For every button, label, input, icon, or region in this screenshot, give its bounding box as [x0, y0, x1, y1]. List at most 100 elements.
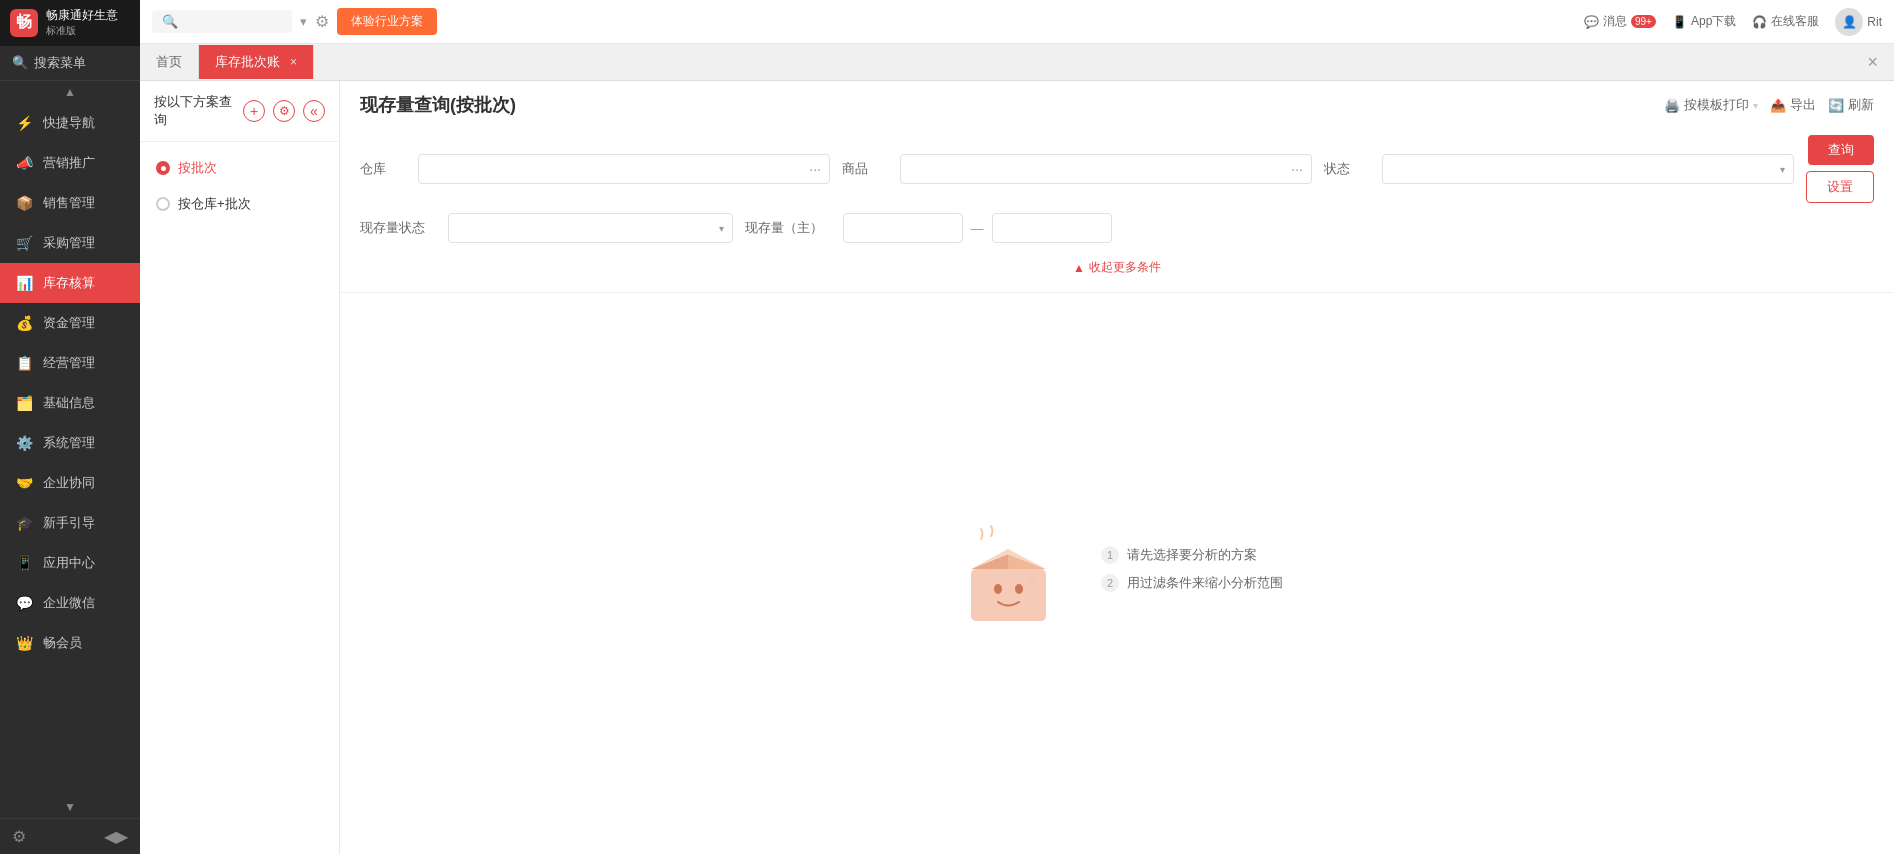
sidebar-item-label: 经营管理 [43, 354, 95, 372]
topbar-dropdown-icon[interactable]: ▾ [300, 14, 307, 29]
messages-group[interactable]: 💬 消息 99+ [1584, 13, 1656, 30]
sidebar-item-wechat[interactable]: 💬 企业微信 [0, 583, 140, 623]
marketing-icon: 📣 [15, 154, 33, 172]
stock-qty-to[interactable] [992, 213, 1112, 243]
form-row-2: 现存量状态 ▾ 现存量（主） — [360, 213, 1874, 243]
sidebar-item-basic[interactable]: 🗂️ 基础信息 [0, 383, 140, 423]
sidebar-item-inventory[interactable]: 📊 库存核算 [0, 263, 140, 303]
topbar-search-box[interactable]: 🔍 [152, 10, 292, 33]
sidebar-item-label: 快捷导航 [43, 114, 95, 132]
sidebar-item-apps[interactable]: 📱 应用中心 [0, 543, 140, 583]
sidebar-scroll-down[interactable]: ▼ [0, 796, 140, 818]
sidebar-item-label: 系统管理 [43, 434, 95, 452]
right-panel: 现存量查询(按批次) 🖨️ 按模板打印 ▾ 📤 导出 🔄 刷新 [340, 81, 1894, 854]
tab-panel-close-icon[interactable]: × [1851, 44, 1894, 80]
filter-add-btn[interactable]: + [243, 100, 265, 122]
refresh-btn[interactable]: 🔄 刷新 [1828, 96, 1874, 114]
settings-btn[interactable]: 设置 [1806, 171, 1874, 203]
user-group[interactable]: 👤 Rit [1835, 8, 1882, 36]
sidebar-item-marketing[interactable]: 📣 营销推广 [0, 143, 140, 183]
topbar-settings-icon[interactable]: ⚙ [315, 12, 329, 31]
print-btn[interactable]: 🖨️ 按模板打印 ▾ [1664, 96, 1758, 114]
empty-instructions: 1 请先选择要分析的方案 2 用过滤条件来缩小分析范围 [1101, 546, 1283, 602]
stock-qty-from[interactable] [843, 213, 963, 243]
sidebar-item-enterprise[interactable]: 🤝 企业协同 [0, 463, 140, 503]
filter-item-label: 按仓库+批次 [178, 195, 251, 213]
stock-status-select[interactable]: ▾ [448, 213, 733, 243]
page-header: 现存量查询(按批次) 🖨️ 按模板打印 ▾ 📤 导出 🔄 刷新 [340, 81, 1894, 125]
warehouse-input-wrapper[interactable]: ··· [418, 154, 830, 184]
filter-actions: + ⚙ « [243, 100, 325, 122]
stock-qty-label: 现存量（主） [745, 219, 835, 237]
range-sep: — [971, 221, 984, 236]
sidebar-item-quick-nav[interactable]: ⚡ 快捷导航 [0, 103, 140, 143]
search-icon: 🔍 [12, 55, 28, 70]
sidebar-search-label: 搜索菜单 [34, 54, 86, 72]
topbar-search-icon: 🔍 [162, 14, 178, 29]
avatar-icon: 👤 [1842, 15, 1857, 29]
sidebar-item-member[interactable]: 👑 畅会员 [0, 623, 140, 663]
status-arrow-icon: ▾ [1780, 164, 1785, 175]
svg-point-4 [994, 584, 1002, 594]
warehouse-more-icon[interactable]: ··· [801, 161, 829, 177]
status-group: 状态 ▾ [1324, 154, 1794, 184]
sidebar-item-label: 企业微信 [43, 594, 95, 612]
sidebar-item-purchase[interactable]: 🛒 采购管理 [0, 223, 140, 263]
sidebar-scroll-up[interactable]: ▲ [0, 81, 140, 103]
print-dropdown-icon[interactable]: ▾ [1753, 100, 1758, 111]
refresh-icon: 🔄 [1828, 98, 1844, 113]
tab-close-icon[interactable]: × [290, 55, 297, 69]
sidebar-item-label: 基础信息 [43, 394, 95, 412]
sidebar-item-system[interactable]: ⚙️ 系统管理 [0, 423, 140, 463]
stock-status-group: 现存量状态 ▾ [360, 213, 733, 243]
system-icon: ⚙️ [15, 434, 33, 452]
empty-step-1: 1 请先选择要分析的方案 [1101, 546, 1283, 564]
sidebar-item-label: 企业协同 [43, 474, 95, 492]
tab-inventory-batch[interactable]: 库存批次账 × [199, 45, 314, 79]
sidebar-item-guide[interactable]: 🎓 新手引导 [0, 503, 140, 543]
form-row-1: 仓库 ··· 商品 ··· 状态 [360, 135, 1874, 203]
sidebar-search[interactable]: 🔍 搜索菜单 [0, 46, 140, 81]
topbar-search-input[interactable] [184, 15, 264, 29]
sidebar-item-label: 畅会员 [43, 634, 82, 652]
app-download-group[interactable]: 📱 App下载 [1672, 13, 1736, 30]
export-icon: 📤 [1770, 98, 1786, 113]
warehouse-input[interactable] [419, 162, 801, 176]
tab-home-label: 首页 [156, 53, 182, 71]
filter-title: 按以下方案查询 [154, 93, 243, 129]
tab-home[interactable]: 首页 [140, 45, 199, 79]
filter-item-label: 按批次 [178, 159, 217, 177]
collapse-bar[interactable]: ▲ 收起更多条件 [360, 253, 1874, 282]
svg-rect-0 [971, 569, 1046, 621]
export-btn[interactable]: 📤 导出 [1770, 96, 1816, 114]
user-name: Rit [1867, 15, 1882, 29]
collapse-label: 收起更多条件 [1089, 259, 1161, 276]
filter-panel: 按以下方案查询 + ⚙ « 按批次 按仓库 [140, 81, 340, 854]
purchase-icon: 🛒 [15, 234, 33, 252]
query-btn[interactable]: 查询 [1808, 135, 1874, 165]
sidebar-item-sales[interactable]: 📦 销售管理 [0, 183, 140, 223]
sidebar-item-finance[interactable]: 💰 资金管理 [0, 303, 140, 343]
empty-illustration [951, 514, 1071, 634]
sidebar-item-operations[interactable]: 📋 经营管理 [0, 343, 140, 383]
settings-icon[interactable]: ⚙ [12, 827, 26, 846]
empty-steps-list: 1 请先选择要分析的方案 2 用过滤条件来缩小分析范围 [1101, 546, 1283, 592]
sidebar-item-label: 库存核算 [43, 274, 95, 292]
experience-btn[interactable]: 体验行业方案 [337, 8, 437, 35]
filter-settings-btn[interactable]: ⚙ [273, 100, 295, 122]
step-1-num: 1 [1101, 546, 1119, 564]
product-more-icon[interactable]: ··· [1283, 161, 1311, 177]
app-download-label: App下载 [1691, 13, 1736, 30]
messages-label: 消息 [1603, 13, 1627, 30]
filter-collapse-btn[interactable]: « [303, 100, 325, 122]
filter-item-by-batch[interactable]: 按批次 [140, 150, 339, 186]
product-input[interactable] [901, 162, 1283, 176]
product-input-wrapper[interactable]: ··· [900, 154, 1312, 184]
collapse-sidebar-icon[interactable]: ◀▶ [104, 827, 128, 846]
filter-collapse-icon: « [310, 103, 318, 119]
online-service-group[interactable]: 🎧 在线客服 [1752, 13, 1819, 30]
filter-item-by-warehouse-batch[interactable]: 按仓库+批次 [140, 186, 339, 222]
topbar-left: 🔍 ▾ ⚙ 体验行业方案 [152, 8, 1574, 35]
status-select[interactable]: ▾ [1382, 154, 1794, 184]
empty-svg-icon [951, 514, 1071, 634]
